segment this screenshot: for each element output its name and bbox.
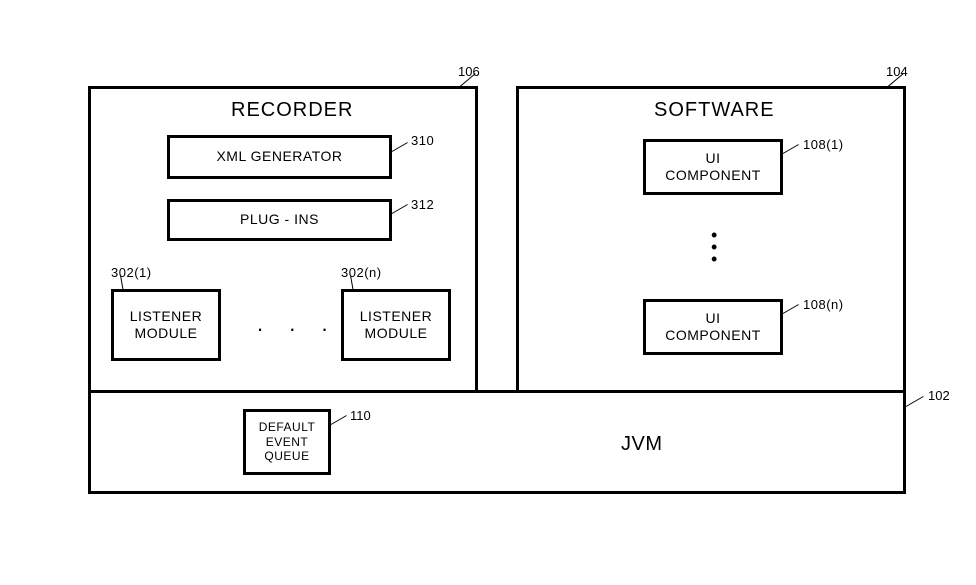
plugins-label: PLUG - INS: [240, 211, 319, 229]
ui-component-ellipsis: • • •: [711, 229, 718, 265]
default-event-queue-label: DEFAULT EVENT QUEUE: [259, 420, 316, 463]
jvm-label: JVM: [621, 433, 663, 456]
recorder-container: RECORDER XML GENERATOR 310 PLUG - INS 31…: [88, 86, 478, 393]
ui1-lead-line: [783, 144, 799, 154]
plugins-ref: 312: [411, 197, 434, 212]
xml-generator-label: XML GENERATOR: [216, 148, 342, 166]
ui2-ref: 108(n): [803, 297, 844, 312]
ui1-ref: 108(1): [803, 137, 844, 152]
ui-component-1-box: UI COMPONENT: [643, 139, 783, 195]
ui-component-n-label: UI COMPONENT: [665, 310, 761, 345]
jvm-ref: 102: [928, 388, 950, 403]
listener-module-n-label: LISTENER MODULE: [360, 308, 432, 343]
default-event-queue-box: DEFAULT EVENT QUEUE: [243, 409, 331, 475]
diagram-stage: JVM 102 RECORDER XML GENERATOR 310 PLUG …: [88, 86, 906, 494]
listener-module-1-label: LISTENER MODULE: [130, 308, 202, 343]
software-ref: 104: [886, 64, 908, 79]
listener-module-n-box: LISTENER MODULE: [341, 289, 451, 361]
xml-generator-box: XML GENERATOR: [167, 135, 392, 179]
listener-ellipsis: . . .: [257, 311, 338, 337]
recorder-ref: 106: [458, 64, 480, 79]
software-title: SOFTWARE: [654, 99, 775, 122]
xml-lead-line: [392, 142, 408, 152]
plugins-lead-line: [392, 204, 408, 214]
software-container: SOFTWARE UI COMPONENT 108(1) • • • UI CO…: [516, 86, 906, 393]
deq-ref: 110: [350, 408, 371, 423]
jvm-lead-line: [906, 396, 924, 407]
ui-component-1-label: UI COMPONENT: [665, 150, 761, 185]
ui2-lead-line: [783, 304, 799, 314]
jvm-container: JVM: [88, 390, 906, 494]
plugins-box: PLUG - INS: [167, 199, 392, 241]
ui-component-n-box: UI COMPONENT: [643, 299, 783, 355]
listener-module-1-box: LISTENER MODULE: [111, 289, 221, 361]
recorder-title: RECORDER: [231, 99, 353, 122]
listener1-ref: 302(1): [111, 265, 152, 280]
listener2-ref: 302(n): [341, 265, 382, 280]
xml-ref: 310: [411, 133, 434, 148]
